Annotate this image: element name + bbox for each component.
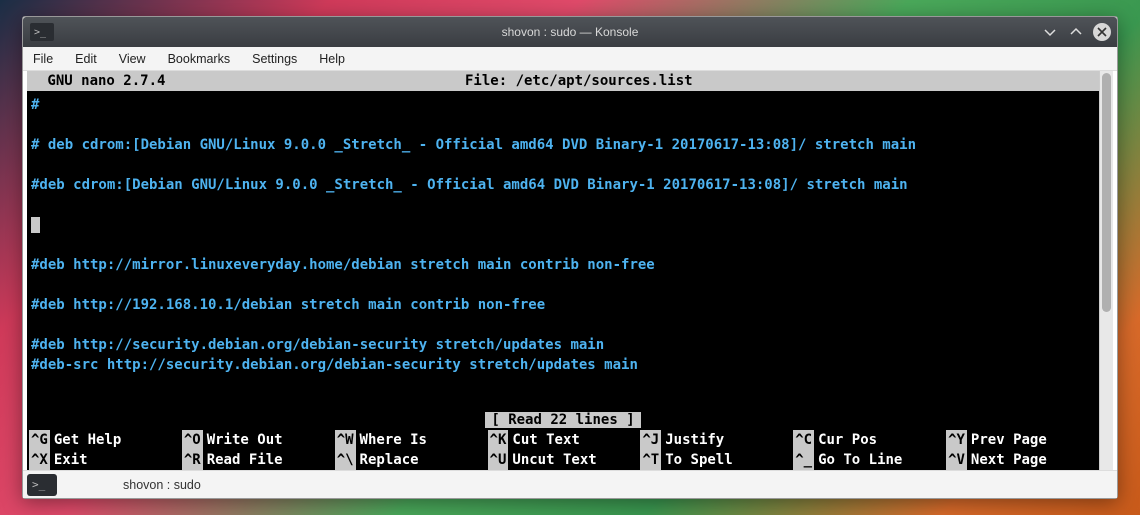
editor-line: # bbox=[27, 95, 1099, 115]
editor-line bbox=[27, 275, 1099, 295]
close-button[interactable] bbox=[1093, 23, 1111, 41]
editor-line: # deb cdrom:[Debian GNU/Linux 9.0.0 _Str… bbox=[27, 135, 1099, 155]
shortcut-key: ^R bbox=[182, 450, 203, 470]
shortcut-key: ^W bbox=[335, 430, 356, 450]
shortcut: ^YPrev Page bbox=[946, 430, 1099, 450]
window-title: shovon : sudo — Konsole bbox=[502, 25, 639, 39]
shortcut: ^JJustify bbox=[640, 430, 793, 450]
shortcut-key: ^C bbox=[793, 430, 814, 450]
shortcut-key: ^Y bbox=[946, 430, 967, 450]
editor-line: #deb http://security.debian.org/debian-s… bbox=[27, 335, 1099, 355]
shortcut-label: Cut Text bbox=[512, 430, 579, 450]
editor-line: #deb-src http://security.debian.org/debi… bbox=[27, 355, 1099, 375]
cursor bbox=[31, 217, 40, 233]
shortcut-label: Cur Pos bbox=[818, 430, 877, 450]
shortcut-key: ^G bbox=[29, 430, 50, 450]
shortcut-label: Justify bbox=[665, 430, 724, 450]
app-icon: >_ bbox=[30, 23, 54, 41]
shortcut: ^XExit bbox=[29, 450, 182, 470]
shortcut-label: Get Help bbox=[54, 430, 121, 450]
nano-status-text: [ Read 22 lines ] bbox=[485, 412, 640, 428]
menu-view[interactable]: View bbox=[119, 52, 146, 66]
menu-help[interactable]: Help bbox=[319, 52, 345, 66]
shortcut-label: Where Is bbox=[360, 430, 427, 450]
menu-file[interactable]: File bbox=[33, 52, 53, 66]
nano-shortcuts: ^GGet Help^OWrite Out^WWhere Is^KCut Tex… bbox=[27, 430, 1099, 470]
shortcut-label: Prev Page bbox=[971, 430, 1047, 450]
tabbar: >_ shovon : sudo bbox=[23, 470, 1117, 498]
shortcut: ^\Replace bbox=[335, 450, 488, 470]
shortcut-key: ^O bbox=[182, 430, 203, 450]
maximize-button[interactable] bbox=[1067, 23, 1085, 41]
editor-line: #deb cdrom:[Debian GNU/Linux 9.0.0 _Stre… bbox=[27, 175, 1099, 195]
shortcut-label: Exit bbox=[54, 450, 88, 470]
editor-line bbox=[27, 235, 1099, 255]
shortcut-key: ^U bbox=[488, 450, 509, 470]
konsole-window: >_ shovon : sudo — Konsole File Edit Vie… bbox=[22, 16, 1118, 499]
nano-file-path: File: /etc/apt/sources.list bbox=[465, 71, 693, 91]
editor-line bbox=[27, 215, 1099, 235]
shortcut: ^OWrite Out bbox=[182, 430, 335, 450]
shortcut: ^WWhere Is bbox=[335, 430, 488, 450]
window-controls bbox=[1041, 23, 1111, 41]
shortcut: ^KCut Text bbox=[488, 430, 641, 450]
shortcut-key: ^J bbox=[640, 430, 661, 450]
editor-line bbox=[27, 155, 1099, 175]
shortcut-label: Read File bbox=[207, 450, 283, 470]
shortcut-key: ^X bbox=[29, 450, 50, 470]
nano-version: GNU nano 2.7.4 bbox=[27, 71, 165, 91]
shortcut: ^UUncut Text bbox=[488, 450, 641, 470]
shortcut: ^RRead File bbox=[182, 450, 335, 470]
shortcut-label: To Spell bbox=[665, 450, 732, 470]
editor-line: #deb http://192.168.10.1/debian stretch … bbox=[27, 295, 1099, 315]
shortcut-key: ^_ bbox=[793, 450, 814, 470]
menu-settings[interactable]: Settings bbox=[252, 52, 297, 66]
shortcut: ^VNext Page bbox=[946, 450, 1099, 470]
shortcut-label: Next Page bbox=[971, 450, 1047, 470]
shortcut-key: ^T bbox=[640, 450, 661, 470]
menu-bookmarks[interactable]: Bookmarks bbox=[168, 52, 231, 66]
tab[interactable]: shovon : sudo bbox=[63, 475, 261, 495]
minimize-button[interactable] bbox=[1041, 23, 1059, 41]
editor-line bbox=[27, 115, 1099, 135]
shortcut-key: ^\ bbox=[335, 450, 356, 470]
shortcut-key: ^K bbox=[488, 430, 509, 450]
shortcut: ^CCur Pos bbox=[793, 430, 946, 450]
menubar: File Edit View Bookmarks Settings Help bbox=[23, 47, 1117, 71]
nano-header: GNU nano 2.7.4 File: /etc/apt/sources.li… bbox=[27, 71, 1099, 91]
shortcut-label: Uncut Text bbox=[512, 450, 596, 470]
new-tab-icon[interactable]: >_ bbox=[27, 474, 57, 496]
shortcut-label: Write Out bbox=[207, 430, 283, 450]
menu-edit[interactable]: Edit bbox=[75, 52, 97, 66]
shortcut: ^_Go To Line bbox=[793, 450, 946, 470]
nano-editor-body[interactable]: # # deb cdrom:[Debian GNU/Linux 9.0.0 _St… bbox=[27, 91, 1099, 375]
nano-status: [ Read 22 lines ] bbox=[27, 410, 1099, 430]
editor-line bbox=[27, 195, 1099, 215]
shortcut: ^TTo Spell bbox=[640, 450, 793, 470]
shortcut: ^GGet Help bbox=[29, 430, 182, 450]
editor-line bbox=[27, 315, 1099, 335]
scrollbar[interactable] bbox=[1099, 71, 1113, 470]
shortcut-key: ^V bbox=[946, 450, 967, 470]
terminal-container: GNU nano 2.7.4 File: /etc/apt/sources.li… bbox=[23, 71, 1117, 470]
shortcut-label: Go To Line bbox=[818, 450, 902, 470]
shortcut-label: Replace bbox=[360, 450, 419, 470]
terminal[interactable]: GNU nano 2.7.4 File: /etc/apt/sources.li… bbox=[27, 71, 1099, 470]
editor-line: #deb http://mirror.linuxeveryday.home/de… bbox=[27, 255, 1099, 275]
titlebar[interactable]: >_ shovon : sudo — Konsole bbox=[23, 17, 1117, 47]
scrollbar-thumb[interactable] bbox=[1102, 73, 1111, 312]
